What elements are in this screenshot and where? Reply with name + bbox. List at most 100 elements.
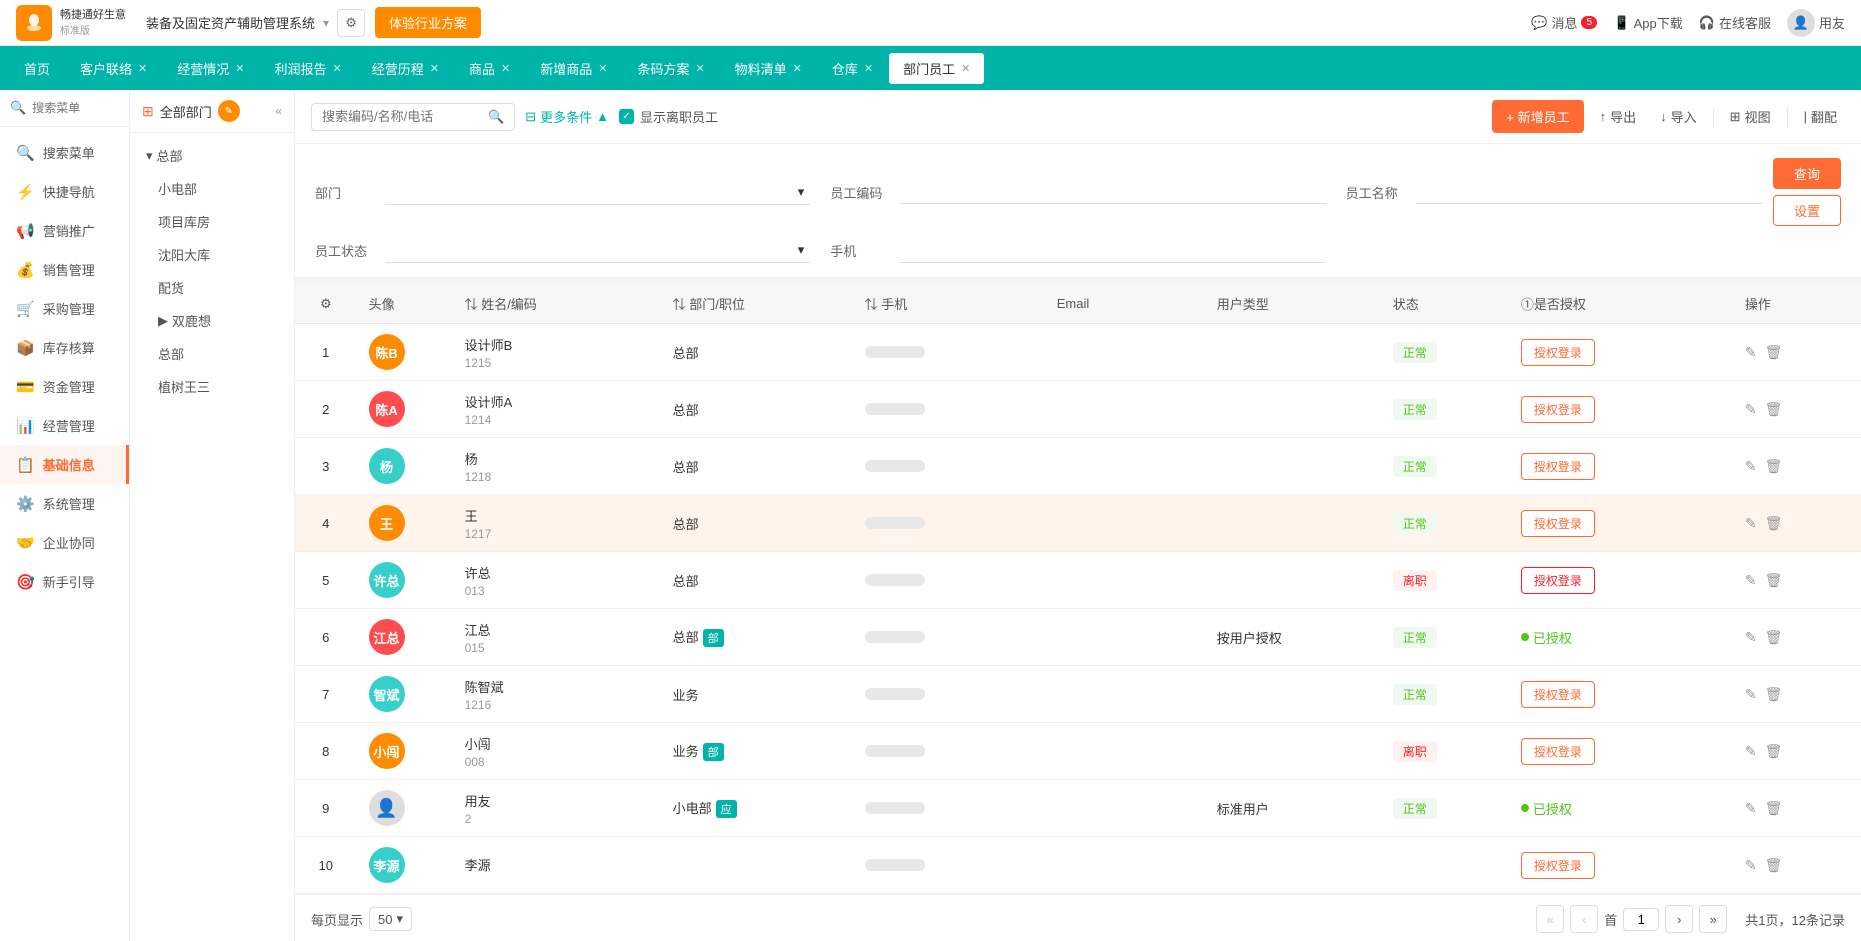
dept-item-root[interactable]: ▾ 总部: [130, 139, 294, 172]
nav-operation[interactable]: 经营情况 ✕: [163, 53, 258, 84]
sidebar-item-inventory[interactable]: 📦 库存核算: [0, 328, 129, 367]
add-employee-button[interactable]: + 新增员工: [1492, 100, 1583, 133]
delete-icon[interactable]: 🗑: [1765, 857, 1783, 874]
edit-icon[interactable]: ✎: [1745, 572, 1757, 589]
sidebar-item-marketing[interactable]: 📢 营销推广: [0, 211, 129, 250]
nav-warehouse[interactable]: 仓库 ✕: [818, 53, 887, 84]
nav-home[interactable]: 首页: [10, 53, 64, 84]
nav-history[interactable]: 经营历程 ✕: [358, 53, 453, 84]
edit-icon[interactable]: ✎: [1745, 857, 1757, 874]
nav-customer[interactable]: 客户联络 ✕: [66, 53, 161, 84]
auth-button[interactable]: 授权登录: [1521, 396, 1595, 423]
auth-button[interactable]: 授权登录: [1521, 453, 1595, 480]
dept-item-zb[interactable]: 总部: [130, 337, 294, 370]
sidebar-item-basics[interactable]: 📋 基础信息: [0, 445, 129, 484]
show-resigned-toggle[interactable]: ✓ 显示离职员工: [619, 107, 718, 126]
nav-goods[interactable]: 商品 ✕: [455, 53, 524, 84]
nav-profit[interactable]: 利润报告 ✕: [260, 53, 355, 84]
close-icon[interactable]: ✕: [695, 62, 704, 75]
dept-collapse-button[interactable]: «: [275, 104, 282, 118]
sidebar-item-operations[interactable]: 📊 经营管理: [0, 406, 129, 445]
nav-add-goods[interactable]: 新增商品 ✕: [526, 53, 621, 84]
message-btn[interactable]: 💬 消息 5: [1531, 13, 1597, 32]
sidebar-item-finance[interactable]: 💳 资金管理: [0, 367, 129, 406]
sidebar-item-search[interactable]: 🔍 搜索菜单: [0, 133, 129, 172]
delete-icon[interactable]: 🗑: [1765, 344, 1783, 361]
app-download-btn[interactable]: 📱 App下载: [1613, 13, 1682, 32]
edit-icon[interactable]: ✎: [1745, 629, 1757, 646]
online-service-btn[interactable]: 🎧 在线客服: [1699, 13, 1771, 32]
edit-icon[interactable]: ✎: [1745, 515, 1757, 532]
delete-icon[interactable]: 🗑: [1765, 458, 1783, 475]
search-icon[interactable]: 🔍: [488, 109, 504, 125]
close-icon[interactable]: ✕: [235, 62, 244, 75]
col-settings[interactable]: ⚙: [295, 284, 357, 324]
page-number-input[interactable]: [1623, 908, 1659, 931]
nav-department[interactable]: 部门员工 ✕: [889, 53, 984, 84]
close-icon[interactable]: ✕: [864, 62, 873, 75]
delete-icon[interactable]: 🗑: [1765, 515, 1783, 532]
edit-icon[interactable]: ✎: [1745, 743, 1757, 760]
close-icon[interactable]: ✕: [961, 62, 970, 75]
dept-item-sydd[interactable]: 沈阳大库: [130, 238, 294, 271]
per-page-value[interactable]: 50 ▾: [369, 907, 412, 931]
sidebar-search-input[interactable]: [32, 101, 112, 115]
dept-item-ph[interactable]: 配货: [130, 271, 294, 304]
phone-filter-input[interactable]: [900, 239, 1325, 263]
delete-icon[interactable]: 🗑: [1765, 743, 1783, 760]
prev-page-button[interactable]: ‹: [1570, 905, 1598, 933]
close-icon[interactable]: ✕: [598, 62, 607, 75]
view-button[interactable]: ⊞ 视图: [1722, 102, 1779, 131]
delete-icon[interactable]: 🗑: [1765, 686, 1783, 703]
dept-item-xd[interactable]: 小电部: [130, 172, 294, 205]
sidebar-item-collab[interactable]: 🤝 企业协同: [0, 523, 129, 562]
sidebar-item-quicknav[interactable]: ⚡ 快捷导航: [0, 172, 129, 211]
search-input[interactable]: [322, 109, 482, 124]
delete-icon[interactable]: 🗑: [1765, 629, 1783, 646]
close-icon[interactable]: ✕: [430, 62, 439, 75]
sidebar-item-system[interactable]: ⚙️ 系统管理: [0, 484, 129, 523]
empname-filter-input[interactable]: [1416, 180, 1763, 204]
delete-icon[interactable]: 🗑: [1765, 572, 1783, 589]
user-area[interactable]: 👤 用友: [1787, 9, 1845, 37]
auth-button[interactable]: 授权登录: [1521, 339, 1595, 366]
query-button[interactable]: 查询: [1773, 158, 1841, 189]
auth-button[interactable]: 授权登录: [1521, 852, 1595, 879]
sidebar-item-purchase[interactable]: 🛒 采购管理: [0, 289, 129, 328]
dept-edit-button[interactable]: ✎: [218, 100, 240, 122]
empcode-filter-input[interactable]: [900, 180, 1325, 204]
export-button[interactable]: ↑ 导出: [1592, 102, 1645, 131]
nav-bom[interactable]: 物料清单 ✕: [721, 53, 816, 84]
dept-filter-select[interactable]: ▾: [385, 180, 810, 205]
next-page-button[interactable]: ›: [1665, 905, 1693, 933]
auth-button[interactable]: 授权登录: [1521, 681, 1595, 708]
trial-button[interactable]: 体验行业方案: [375, 7, 481, 38]
edit-icon[interactable]: ✎: [1745, 686, 1757, 703]
auth-button[interactable]: 授权登录: [1521, 567, 1595, 594]
col-phone-header[interactable]: ⇅ 手机: [853, 284, 1045, 324]
sidebar-item-guide[interactable]: 🎯 新手引导: [0, 562, 129, 601]
dept-item-xmkf[interactable]: 项目库房: [130, 205, 294, 238]
empstatus-filter-select[interactable]: ▾: [385, 238, 810, 263]
first-page-button[interactable]: «: [1536, 905, 1564, 933]
close-icon[interactable]: ✕: [501, 62, 510, 75]
auth-button[interactable]: 授权登录: [1521, 738, 1595, 765]
dept-item-zsw[interactable]: 植树王三: [130, 370, 294, 403]
import-button[interactable]: ↓ 导入: [1652, 102, 1705, 131]
gear-button[interactable]: ⚙: [337, 9, 365, 37]
col-dept-header[interactable]: ⇅ 部门/职位: [661, 284, 853, 324]
delete-icon[interactable]: 🗑: [1765, 401, 1783, 418]
edit-icon[interactable]: ✎: [1745, 344, 1757, 361]
dropdown-arrow[interactable]: ▾: [323, 16, 329, 30]
sidebar-item-sales[interactable]: 💰 销售管理: [0, 250, 129, 289]
delete-icon[interactable]: 🗑: [1765, 800, 1783, 817]
col-name-header[interactable]: ⇅ 姓名/编码: [453, 284, 661, 324]
edit-icon[interactable]: ✎: [1745, 401, 1757, 418]
more-filter-btn[interactable]: ⊟ 更多条件 ▲: [525, 107, 609, 126]
close-icon[interactable]: ✕: [138, 62, 147, 75]
edit-icon[interactable]: ✎: [1745, 800, 1757, 817]
close-icon[interactable]: ✕: [333, 62, 342, 75]
last-page-button[interactable]: »: [1699, 905, 1727, 933]
nav-barcode[interactable]: 条码方案 ✕: [623, 53, 718, 84]
dept-item-slx[interactable]: ▶ 双鹿想: [130, 304, 294, 337]
